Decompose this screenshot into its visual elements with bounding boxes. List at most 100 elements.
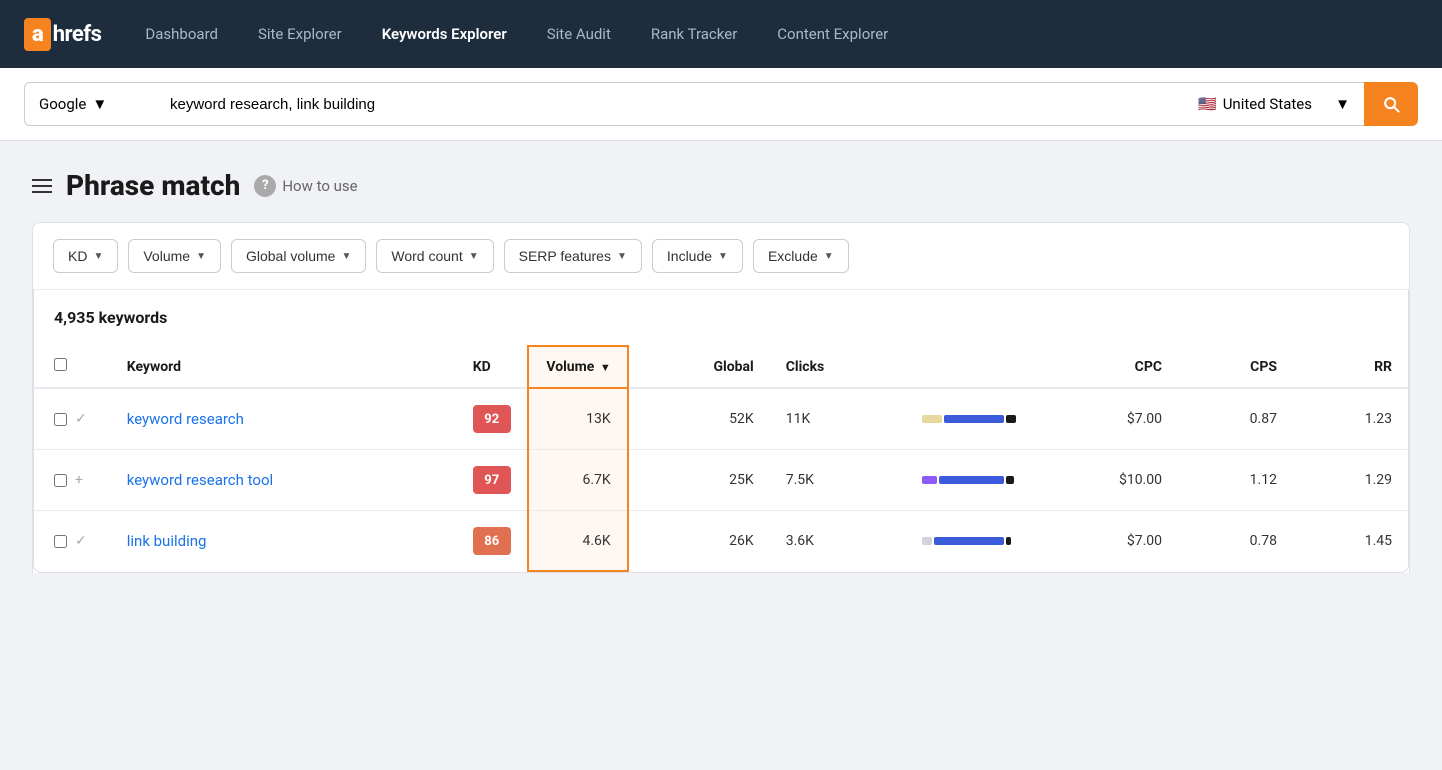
- filter-include[interactable]: Include ▼: [652, 239, 743, 273]
- row-global: 52K: [628, 388, 770, 450]
- kd-badge: 92: [473, 405, 511, 433]
- filter-global-volume-label: Global volume: [246, 248, 336, 264]
- row-keyword: link building: [111, 511, 457, 572]
- kd-badge: 97: [473, 466, 511, 494]
- nav-site-explorer[interactable]: Site Explorer: [242, 17, 358, 51]
- select-all-checkbox[interactable]: [54, 358, 67, 371]
- row-keyword: keyword research tool: [111, 450, 457, 511]
- filter-exclude-chevron-icon: ▼: [824, 251, 834, 262]
- row-kd: 86: [457, 511, 528, 572]
- search-button[interactable]: [1364, 82, 1418, 126]
- nav-rank-tracker[interactable]: Rank Tracker: [635, 17, 753, 51]
- row-cpc: $7.00: [1032, 511, 1178, 572]
- row-checkbox[interactable]: [54, 474, 67, 487]
- clicks-bar-segment-3: [1006, 415, 1016, 423]
- row-keyword: keyword research: [111, 388, 457, 450]
- row-clicks: 11K: [770, 388, 907, 450]
- engine-label: Google: [39, 95, 86, 113]
- row-checkbox[interactable]: [54, 413, 67, 426]
- nav-content-explorer[interactable]: Content Explorer: [761, 17, 904, 51]
- table-row: ✓ link building 86 4.6K 26K 3.6K $7.00 0…: [34, 511, 1408, 572]
- row-checkbox-cell: ✓: [34, 511, 111, 572]
- row-volume: 6.7K: [528, 450, 628, 511]
- clicks-bar-segment-1: [922, 476, 937, 484]
- nav-dashboard[interactable]: Dashboard: [129, 17, 234, 51]
- engine-chevron-icon: ▼: [92, 95, 107, 113]
- filter-serp-features-chevron-icon: ▼: [617, 251, 627, 262]
- row-global: 25K: [628, 450, 770, 511]
- how-to-use-label: How to use: [282, 177, 357, 195]
- filter-word-count-chevron-icon: ▼: [469, 251, 479, 262]
- nav-keywords-explorer[interactable]: Keywords Explorer: [366, 17, 523, 51]
- keyword-link[interactable]: link building: [127, 532, 207, 550]
- filter-volume[interactable]: Volume ▼: [128, 239, 221, 273]
- clicks-bar-segment-2: [939, 476, 1004, 484]
- row-cps: 0.78: [1178, 511, 1293, 572]
- row-cpc: $7.00: [1032, 388, 1178, 450]
- nav-site-audit[interactable]: Site Audit: [531, 17, 627, 51]
- keyword-search-input[interactable]: [154, 82, 1184, 126]
- table-row: ✓ keyword research 92 13K 52K 11K $7.00 …: [34, 388, 1408, 450]
- filter-exclude-label: Exclude: [768, 248, 818, 264]
- row-global: 26K: [628, 511, 770, 572]
- col-volume[interactable]: Volume ▼: [528, 346, 628, 388]
- row-clicks: 7.5K: [770, 450, 907, 511]
- col-clicks: Clicks: [770, 346, 907, 388]
- col-clicks-bar: [906, 346, 1032, 388]
- country-select[interactable]: 🇺🇸 United States ▼: [1184, 82, 1364, 126]
- clicks-bar-segment-3: [1006, 476, 1014, 484]
- page-header: Phrase match ? How to use: [32, 169, 1410, 202]
- country-flag-icon: 🇺🇸: [1198, 95, 1217, 113]
- filter-section: KD ▼ Volume ▼ Global volume ▼ Word count…: [32, 222, 1410, 573]
- filter-global-volume[interactable]: Global volume ▼: [231, 239, 366, 273]
- row-clicks-bar: [906, 511, 1032, 572]
- row-clicks-bar: [906, 388, 1032, 450]
- row-checkbox[interactable]: [54, 535, 67, 548]
- table-row: + keyword research tool 97 6.7K 25K 7.5K…: [34, 450, 1408, 511]
- kd-badge: 86: [473, 527, 511, 555]
- filter-bar: KD ▼ Volume ▼ Global volume ▼ Word count…: [33, 223, 1409, 290]
- help-icon: ?: [254, 175, 276, 197]
- volume-sort-icon: ▼: [600, 361, 611, 374]
- results-count: 4,935 keywords: [33, 290, 1409, 345]
- filter-volume-chevron-icon: ▼: [196, 251, 206, 262]
- keyword-link[interactable]: keyword research tool: [127, 471, 273, 489]
- results-count-label: 4,935 keywords: [54, 308, 167, 327]
- top-navigation: a hrefs Dashboard Site Explorer Keywords…: [0, 0, 1442, 68]
- how-to-use-link[interactable]: ? How to use: [254, 175, 357, 197]
- filter-kd-label: KD: [68, 248, 87, 264]
- keyword-link[interactable]: keyword research: [127, 410, 244, 428]
- logo[interactable]: a hrefs: [24, 18, 101, 51]
- row-kd: 97: [457, 450, 528, 511]
- row-action-icon: ✓: [75, 411, 87, 427]
- country-chevron-icon: ▼: [1335, 95, 1350, 113]
- col-checkbox: [34, 346, 111, 388]
- page-content: Phrase match ? How to use KD ▼ Volume ▼ …: [0, 141, 1442, 573]
- col-rr: RR: [1293, 346, 1408, 388]
- clicks-bar-segment-2: [944, 415, 1004, 423]
- row-volume: 13K: [528, 388, 628, 450]
- filter-include-label: Include: [667, 248, 712, 264]
- filter-kd[interactable]: KD ▼: [53, 239, 118, 273]
- logo-text: hrefs: [53, 22, 102, 47]
- filter-volume-label: Volume: [143, 248, 190, 264]
- row-checkbox-cell: ✓: [34, 388, 111, 450]
- engine-select[interactable]: Google ▼: [24, 82, 154, 126]
- page-title: Phrase match: [66, 169, 240, 202]
- filter-word-count[interactable]: Word count ▼: [376, 239, 493, 273]
- col-global: Global: [628, 346, 770, 388]
- col-kd: KD: [457, 346, 528, 388]
- row-checkbox-cell: +: [34, 450, 111, 511]
- clicks-bar-segment-3: [1006, 537, 1011, 545]
- clicks-bar-segment-2: [934, 537, 1004, 545]
- filter-exclude[interactable]: Exclude ▼: [753, 239, 849, 273]
- row-cps: 1.12: [1178, 450, 1293, 511]
- filter-serp-features[interactable]: SERP features ▼: [504, 239, 642, 273]
- filter-global-volume-chevron-icon: ▼: [341, 251, 351, 262]
- filter-serp-features-label: SERP features: [519, 248, 611, 264]
- row-rr: 1.45: [1293, 511, 1408, 572]
- row-cpc: $10.00: [1032, 450, 1178, 511]
- hamburger-menu-icon[interactable]: [32, 179, 52, 193]
- row-clicks-bar: [906, 450, 1032, 511]
- logo-icon: a: [24, 18, 51, 51]
